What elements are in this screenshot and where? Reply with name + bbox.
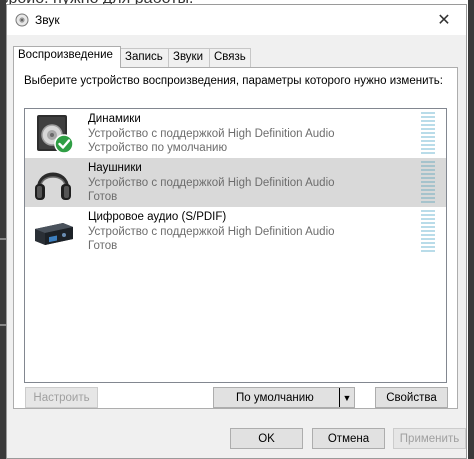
properties-button[interactable]: Свойства (375, 387, 448, 408)
instructions-text: Выберите устройство воспроизведения, пар… (24, 75, 443, 87)
tab-recording[interactable]: Запись (120, 48, 169, 67)
configure-button[interactable]: Настроить (25, 387, 98, 408)
dropdown-arrow-icon[interactable]: ▼ (339, 388, 354, 407)
device-name: Наушники (88, 162, 142, 174)
volume-meter (421, 210, 435, 253)
set-default-split-button[interactable]: По умолчанию ▼ (213, 387, 355, 408)
device-status: Готов (88, 191, 118, 203)
volume-meter (421, 112, 435, 155)
device-item-headphones[interactable]: Наушники Устройство с поддержкой High De… (25, 158, 446, 207)
window-title: Звук (35, 13, 60, 27)
ok-button[interactable]: OK (230, 428, 303, 449)
button-label: Применить (399, 432, 460, 445)
title-bar[interactable]: Звук ✕ (7, 5, 466, 35)
device-name: Динамики (88, 113, 141, 125)
speaker-icon (37, 115, 74, 154)
device-item-digital-audio[interactable]: Цифровое аудио (S/PDIF) Устройство с под… (25, 207, 446, 256)
tab-playback[interactable]: Воспроизведение (13, 46, 121, 68)
tab-communications[interactable]: Связь (209, 48, 251, 67)
button-label: OK (258, 432, 275, 445)
apply-button[interactable]: Применить (393, 428, 466, 449)
sound-icon (15, 13, 29, 27)
close-icon: ✕ (437, 12, 451, 29)
sound-dialog: Звук ✕ Воспроизведение Запись Звуки Связ… (6, 4, 467, 459)
device-status: Устройство по умолчанию (88, 142, 228, 154)
tab-label: Звуки (173, 51, 204, 63)
device-description: Устройство с поддержкой High Definition … (88, 128, 335, 140)
tab-label: Воспроизведение (18, 49, 113, 61)
playback-panel: Выберите устройство воспроизведения, пар… (13, 67, 458, 409)
headphones-icon (35, 172, 71, 200)
button-label: По умолчанию (236, 391, 314, 404)
tab-sounds[interactable]: Звуки (168, 48, 210, 67)
device-description: Устройство с поддержкой High Definition … (88, 177, 335, 189)
device-list: Динамики Устройство с поддержкой High De… (24, 108, 447, 383)
device-name: Цифровое аудио (S/PDIF) (88, 211, 227, 223)
digital-audio-icon (35, 223, 73, 245)
default-check-icon (54, 134, 74, 154)
device-description: Устройство с поддержкой High Definition … (88, 226, 335, 238)
volume-meter (421, 161, 435, 204)
button-label: Настроить (33, 391, 90, 404)
button-label: Свойства (386, 391, 437, 404)
tab-label: Запись (125, 51, 163, 63)
tab-label: Связь (214, 51, 246, 63)
device-status: Готов (88, 240, 118, 252)
button-label: Отмена (327, 432, 370, 445)
background-right-edge (468, 0, 474, 459)
cancel-button[interactable]: Отмена (312, 428, 385, 449)
close-button[interactable]: ✕ (422, 5, 466, 35)
device-item-speakers[interactable]: Динамики Устройство с поддержкой High De… (25, 109, 446, 158)
